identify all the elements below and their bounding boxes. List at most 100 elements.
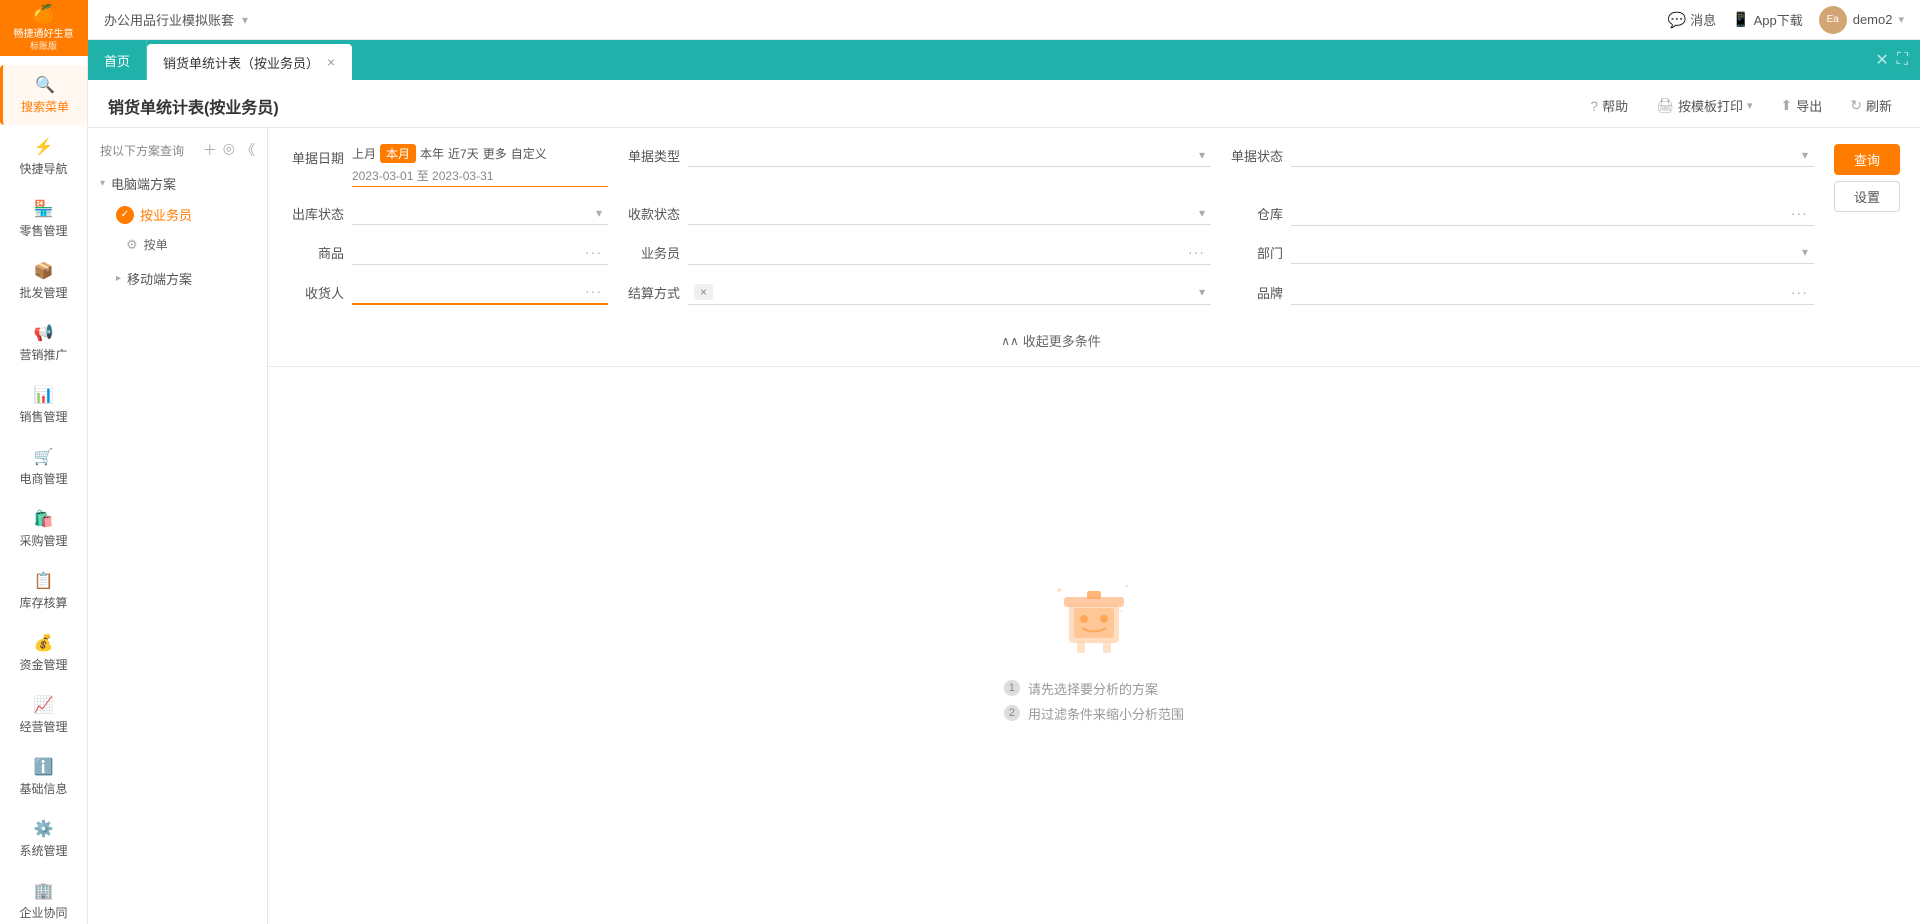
settlement-tag-close[interactable]: × <box>700 285 707 299</box>
sidebar-item-label: 销售管理 <box>19 408 67 425</box>
date-tab-this-month[interactable]: 本月 <box>380 144 416 163</box>
sidebar-item-inventory[interactable]: 📋 库存核算 <box>0 561 87 621</box>
settlement-control[interactable]: × ▾ <box>688 280 1211 305</box>
scheme-desktop-label[interactable]: ▾ 电脑端方案 <box>88 168 267 199</box>
sidebar-item-label: 企业协同 <box>19 904 67 921</box>
sidebar-item-system[interactable]: ⚙️ 系统管理 <box>0 809 87 869</box>
topbar-left: 办公用品行业模拟账套 ▾ <box>104 10 248 29</box>
tab-minimize-icon[interactable]: ✕ <box>1875 50 1888 70</box>
date-tab-last-7-days[interactable]: 近7天 <box>448 145 479 162</box>
sidebar-item-purchase[interactable]: 🛍️ 采购管理 <box>0 499 87 559</box>
date-label: 单据日期 <box>288 144 344 167</box>
tab-home[interactable]: 首页 <box>88 40 147 80</box>
app-download-label: App下载 <box>1754 10 1803 29</box>
scheme-sub-item-label: 按单 <box>144 236 168 253</box>
app-download-button[interactable]: 📱 App下载 <box>1732 10 1803 29</box>
date-tab-more[interactable]: 更多 <box>483 145 507 162</box>
date-value[interactable]: 2023-03-01 至 2023-03-31 <box>352 167 608 187</box>
settings-button[interactable]: 设置 <box>1834 181 1900 212</box>
scheme-item-salesman[interactable]: ✓ 按业务员 <box>88 199 267 230</box>
sidebar-item-operations[interactable]: 📈 经营管理 <box>0 685 87 745</box>
goods-control[interactable]: ··· <box>352 240 608 265</box>
sidebar-item-finance[interactable]: 💰 资金管理 <box>0 623 87 683</box>
enterprise-icon: 🏢 <box>34 881 54 901</box>
department-dropdown-icon: ▾ <box>1802 245 1808 259</box>
left-panel-title: 按以下方案查询 <box>100 142 184 159</box>
sidebar-item-ecommerce[interactable]: 🛒 电商管理 <box>0 437 87 497</box>
date-control: 上月 本月 本年 近7天 更多 自定义 2023-03-01 至 2023-03… <box>352 144 608 187</box>
sidebar-item-label: 库存核算 <box>19 594 67 611</box>
refresh-button[interactable]: ↻ 刷新 <box>1842 92 1900 119</box>
active-dot-icon: ✓ <box>116 206 134 224</box>
tab-home-label: 首页 <box>104 51 130 70</box>
export-button[interactable]: ⬆ 导出 <box>1773 92 1831 119</box>
warehouse-label: 仓库 <box>1227 204 1283 223</box>
collapse-panel-icon[interactable]: 《 <box>241 140 255 160</box>
salesman-control[interactable]: ··· <box>688 240 1211 265</box>
department-control[interactable]: ▾ <box>1291 241 1814 264</box>
sidebar-item-sales[interactable]: 📊 销售管理 <box>0 375 87 435</box>
salesman-label: 业务员 <box>624 243 680 262</box>
add-scheme-icon[interactable]: ＋ <box>203 140 217 160</box>
warehouse-control[interactable]: ··· <box>1291 201 1814 226</box>
sidebar-item-enterprise[interactable]: 🏢 企业协同 <box>0 871 87 924</box>
bill-status-label: 单据状态 <box>1227 146 1283 165</box>
collapse-button[interactable]: ∧∧ 收起更多条件 <box>993 323 1109 358</box>
left-panel-header: 按以下方案查询 ＋ ◎ 《 <box>88 140 267 168</box>
sidebar-item-quick-nav[interactable]: ⚡ 快捷导航 <box>0 127 87 187</box>
settings-scheme-icon[interactable]: ◎ <box>223 140 235 160</box>
tab-sales-stat[interactable]: 销货单统计表（按业务员） × <box>147 44 352 80</box>
consignee-dots-icon: ··· <box>585 283 602 299</box>
marketing-icon: 📢 <box>34 323 54 343</box>
page-title: 销货单统计表(按业务员) <box>108 94 279 118</box>
scheme-mobile-text: 移动端方案 <box>127 269 192 288</box>
sidebar-item-label: 快捷导航 <box>19 160 67 177</box>
filter-item-bill-type: 单据类型 ▾ <box>624 144 1211 167</box>
empty-hint-1: 1 请先选择要分析的方案 <box>1004 679 1184 698</box>
tab-close-icon[interactable]: × <box>327 54 335 70</box>
department-label: 部门 <box>1227 243 1283 262</box>
bill-type-control[interactable]: ▾ <box>688 144 1211 167</box>
scheme-sub-item-order[interactable]: ⚙ 按单 <box>88 230 267 259</box>
bill-status-control[interactable]: ▾ <box>1291 144 1814 167</box>
hint-num-2: 2 <box>1004 705 1020 721</box>
date-tab-last-month[interactable]: 上月 <box>352 145 376 162</box>
date-tab-custom[interactable]: 自定义 <box>511 145 547 162</box>
sidebar-item-wholesale[interactable]: 📦 批发管理 <box>0 251 87 311</box>
app-logo: 🍊 畅捷通好生意 标账版 <box>0 0 88 56</box>
settlement-label: 结算方式 <box>624 283 680 302</box>
brand-dots-icon: ··· <box>1791 284 1808 300</box>
filter-item-settlement: 结算方式 × ▾ <box>624 280 1211 305</box>
sidebar-item-marketing[interactable]: 📢 营销推广 <box>0 313 87 373</box>
industry-dropdown[interactable]: ▾ <box>242 13 248 27</box>
consignee-control[interactable]: ··· <box>352 279 608 305</box>
left-panel-icons: ＋ ◎ 《 <box>203 140 255 160</box>
user-button[interactable]: Ea demo2 ▾ <box>1819 6 1904 34</box>
quick-nav-icon: ⚡ <box>34 137 54 157</box>
tabbar-actions: ✕ ⛶ <box>1875 50 1920 70</box>
receipt-status-control[interactable]: ▾ <box>688 202 1211 225</box>
message-button[interactable]: 💬 消息 <box>1667 10 1716 29</box>
hint-num-1: 1 <box>1004 680 1020 696</box>
sidebar-item-label: 资金管理 <box>19 656 67 673</box>
out-status-control[interactable]: ▾ <box>352 202 608 225</box>
sidebar-item-basic[interactable]: ℹ️ 基础信息 <box>0 747 87 807</box>
avatar: Ea <box>1819 6 1847 34</box>
help-button[interactable]: ? 帮助 <box>1582 92 1636 119</box>
date-tab-this-year[interactable]: 本年 <box>420 145 444 162</box>
receipt-status-dropdown-icon: ▾ <box>1199 206 1205 220</box>
tab-expand-icon[interactable]: ⛶ <box>1897 51 1908 69</box>
query-button[interactable]: 查询 <box>1834 144 1900 175</box>
sidebar-item-search-menu[interactable]: 🔍 搜索菜单 <box>0 65 87 125</box>
sidebar-menu: 🔍 搜索菜单 ⚡ 快捷导航 🏪 零售管理 📦 批发管理 📢 营销推广 📊 销售管… <box>0 56 87 924</box>
scheme-mobile-label[interactable]: ▸ 移动端方案 <box>88 263 267 294</box>
filter-result-area: 单据日期 上月 本月 本年 近7天 更多 自定义 <box>268 128 1920 924</box>
inventory-icon: 📋 <box>34 571 54 591</box>
template-print-button[interactable]: 🖨 按模板打印 ▾ <box>1648 92 1760 119</box>
brand-control[interactable]: ··· <box>1291 280 1814 305</box>
basic-icon: ℹ️ <box>34 757 54 777</box>
logo-icon: 🍊 <box>32 3 54 26</box>
filter-item-out-status: 出库状态 ▾ <box>288 202 608 225</box>
sidebar-item-retail[interactable]: 🏪 零售管理 <box>0 189 87 249</box>
warehouse-dots-icon: ··· <box>1791 205 1808 221</box>
